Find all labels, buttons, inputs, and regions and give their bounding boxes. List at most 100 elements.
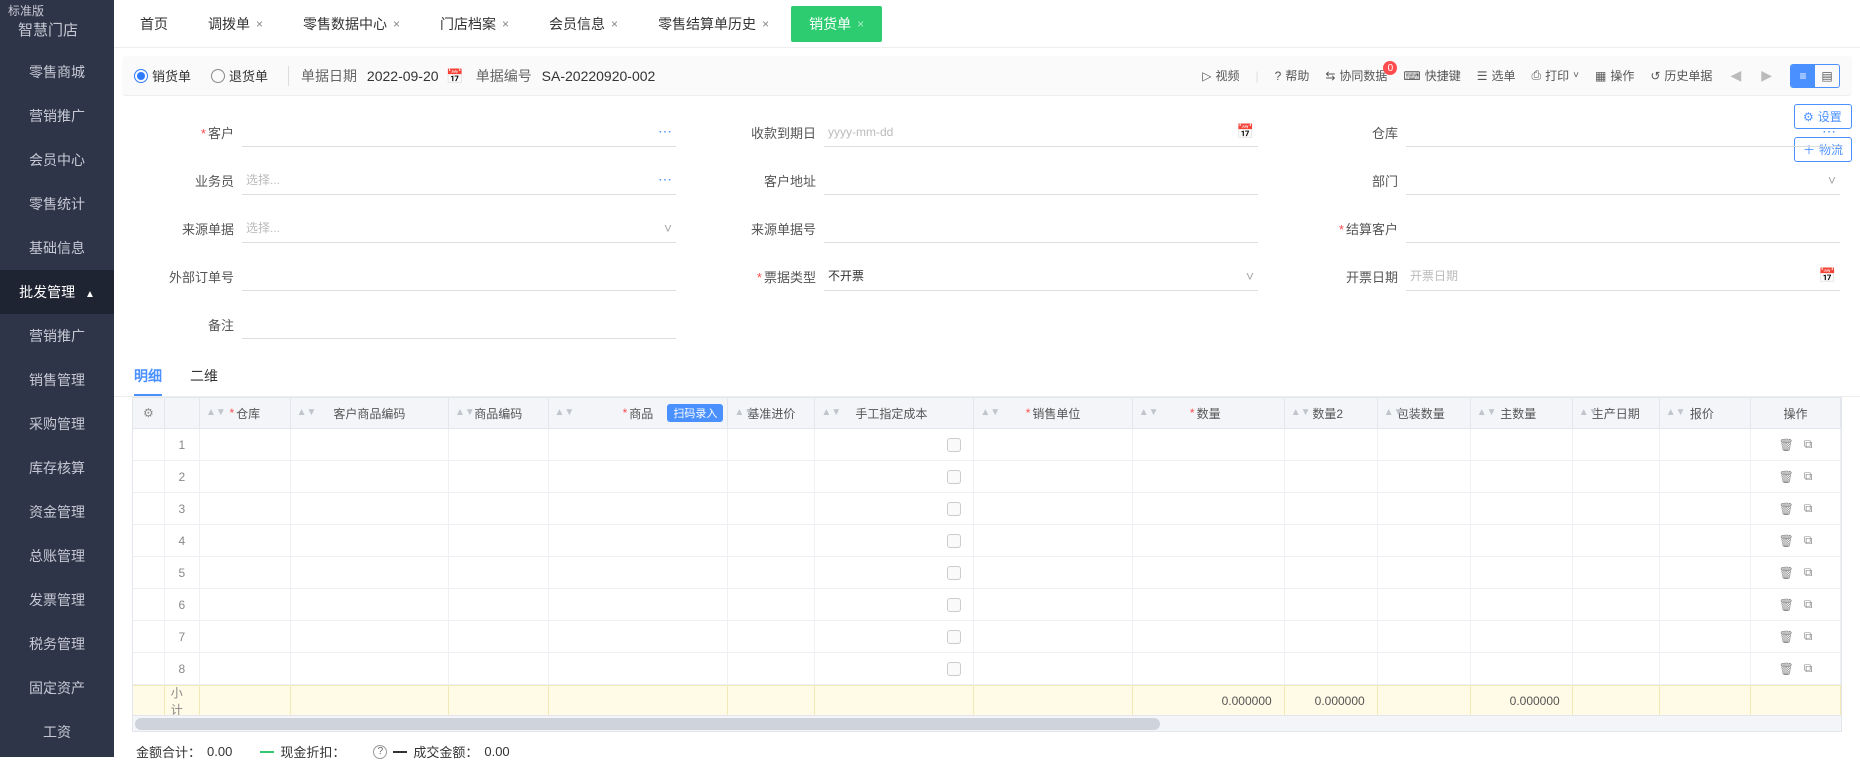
table-row[interactable]: 1🗑⧉ [133, 429, 1841, 461]
col-cust-code[interactable]: ▲▼客户商品编码 [291, 398, 449, 428]
toolbar-video[interactable]: ▷视频 [1202, 67, 1239, 84]
col-main-qty[interactable]: ▲▼主数量 [1471, 398, 1573, 428]
sidebar-item-retail-mall[interactable]: 零售商城 [0, 50, 114, 94]
address-input[interactable] [824, 165, 1258, 195]
sidebar-item-wholesale[interactable]: 批发管理 ▲ [0, 270, 114, 314]
chevron-down-icon[interactable]: ˅ [664, 220, 672, 236]
more-icon[interactable]: ⋯ [658, 171, 672, 188]
close-icon[interactable]: × [502, 17, 509, 31]
col-prod-date[interactable]: ▲▼生产日期 [1573, 398, 1660, 428]
checkbox[interactable] [947, 438, 961, 452]
toolbar-ops[interactable]: ▦操作 [1595, 67, 1634, 84]
sidebar-item-tax[interactable]: 税务管理 [0, 622, 114, 666]
scroll-thumb[interactable] [135, 718, 1160, 730]
col-qty[interactable]: ▲▼*数量 [1133, 398, 1285, 428]
sidebar-item-invoice[interactable]: 发票管理 [0, 578, 114, 622]
tab-transfer[interactable]: 调拨单× [190, 6, 281, 42]
sidebar-item-salary[interactable]: 工资 [0, 710, 114, 754]
remark-input[interactable] [242, 309, 676, 339]
detail-tab-2d[interactable]: 二维 [190, 358, 218, 396]
help-icon[interactable]: ? [373, 745, 387, 759]
tab-retail-center[interactable]: 零售数据中心× [285, 6, 418, 42]
nav-prev[interactable]: ◀ [1728, 67, 1743, 84]
invoice-date-input[interactable]: 开票日期📅 [1406, 261, 1840, 291]
sidebar-item-basic[interactable]: 基础信息 [0, 226, 114, 270]
checkbox[interactable] [947, 470, 961, 484]
col-product[interactable]: ▲▼*商品扫码录入 [549, 398, 729, 428]
sidebar-item-purchase[interactable]: 采购管理 [0, 402, 114, 446]
delete-icon[interactable]: 🗑 [1779, 438, 1794, 452]
cash-discount[interactable]: 现金折扣： [260, 742, 345, 761]
gear-icon[interactable]: ⚙ [133, 398, 165, 428]
sidebar-item-marketing2[interactable]: 营销推广 [0, 314, 114, 358]
sidebar-item-marketing[interactable]: 营销推广 [0, 94, 114, 138]
scan-badge[interactable]: 扫码录入 [667, 404, 723, 422]
col-pack-qty[interactable]: ▲▼包装数量 [1378, 398, 1471, 428]
settle-cust-input[interactable] [1406, 213, 1840, 243]
sidebar-item-retail-stat[interactable]: 零售统计 [0, 182, 114, 226]
toolbar-shortcut[interactable]: ⌨快捷键 [1403, 67, 1460, 84]
calendar-icon[interactable]: 📅 [1237, 123, 1254, 140]
sidebar-item-fund[interactable]: 资金管理 [0, 490, 114, 534]
more-icon[interactable]: ⋯ [658, 123, 672, 140]
warehouse-input[interactable]: ⋯ [1406, 117, 1840, 147]
delete-icon[interactable]: 🗑 [1779, 566, 1794, 580]
close-icon[interactable]: × [857, 17, 864, 31]
copy-icon[interactable]: ⧉ [1804, 469, 1813, 484]
col-prod-code[interactable]: ▲▼商品编码 [449, 398, 549, 428]
checkbox[interactable] [947, 534, 961, 548]
delete-icon[interactable]: 🗑 [1779, 470, 1794, 484]
copy-icon[interactable]: ⧉ [1804, 629, 1813, 644]
chevron-down-icon[interactable]: ˅ [1828, 172, 1836, 188]
copy-icon[interactable]: ⧉ [1804, 533, 1813, 548]
checkbox[interactable] [947, 662, 961, 676]
checkbox[interactable] [947, 566, 961, 580]
delete-icon[interactable]: 🗑 [1779, 630, 1794, 644]
salesman-input[interactable]: 选择...⋯ [242, 165, 676, 195]
doc-date-value[interactable]: 2022-09-20 [367, 68, 439, 84]
toolbar-collab[interactable]: ⇆协同数据0 [1325, 67, 1387, 84]
table-row[interactable]: 5🗑⧉ [133, 557, 1841, 589]
copy-icon[interactable]: ⧉ [1804, 565, 1813, 580]
toolbar-history[interactable]: ↺历史单据 [1650, 67, 1712, 84]
ext-no-input[interactable] [242, 261, 676, 291]
close-icon[interactable]: × [611, 17, 618, 31]
department-input[interactable]: ˅ [1406, 165, 1840, 195]
col-manual-cost[interactable]: ▲▼手工指定成本 [815, 398, 974, 428]
table-row[interactable]: 6🗑⧉ [133, 589, 1841, 621]
view-list-icon[interactable]: ≡ [1791, 65, 1815, 87]
copy-icon[interactable]: ⧉ [1804, 437, 1813, 452]
copy-icon[interactable]: ⧉ [1804, 597, 1813, 612]
invoice-type-input[interactable]: 不开票˅ [824, 261, 1258, 291]
sidebar-item-member[interactable]: 会员中心 [0, 138, 114, 182]
calendar-icon[interactable]: 📅 [1819, 267, 1836, 284]
checkbox[interactable] [947, 630, 961, 644]
tab-home[interactable]: 首页 [122, 6, 186, 42]
sidebar-item-sales[interactable]: 销售管理 [0, 358, 114, 402]
horizontal-scrollbar[interactable] [133, 715, 1841, 731]
more-icon[interactable]: ⋯ [1822, 123, 1836, 140]
table-row[interactable]: 3🗑⧉ [133, 493, 1841, 525]
radio-return[interactable]: 退货单 [211, 66, 268, 85]
checkbox[interactable] [947, 598, 961, 612]
col-warehouse[interactable]: ▲▼*仓库 [200, 398, 291, 428]
table-row[interactable]: 8🗑⧉ [133, 653, 1841, 685]
toolbar-print[interactable]: ⎙打印 ˅ [1532, 67, 1579, 84]
nav-next[interactable]: ▶ [1759, 67, 1774, 84]
detail-tab-detail[interactable]: 明细 [134, 358, 162, 396]
copy-icon[interactable]: ⧉ [1804, 661, 1813, 676]
delete-icon[interactable]: 🗑 [1779, 534, 1794, 548]
sidebar-item-ledger[interactable]: 总账管理 [0, 534, 114, 578]
view-switch[interactable]: ≡ ▤ [1790, 64, 1840, 88]
source-input[interactable]: 选择...˅ [242, 213, 676, 243]
delete-icon[interactable]: 🗑 [1779, 598, 1794, 612]
sidebar-item-inventory[interactable]: 库存核算 [0, 446, 114, 490]
col-base-price[interactable]: ▲▼基准进价 [728, 398, 815, 428]
toolbar-select[interactable]: ☰选单 [1477, 67, 1516, 84]
col-qty2[interactable]: ▲▼数量2 [1285, 398, 1378, 428]
chevron-down-icon[interactable]: ˅ [1246, 268, 1254, 284]
view-detail-icon[interactable]: ▤ [1815, 65, 1839, 87]
tab-member[interactable]: 会员信息× [531, 6, 636, 42]
close-icon[interactable]: × [393, 17, 400, 31]
toolbar-help[interactable]: ?帮助 [1275, 67, 1310, 84]
